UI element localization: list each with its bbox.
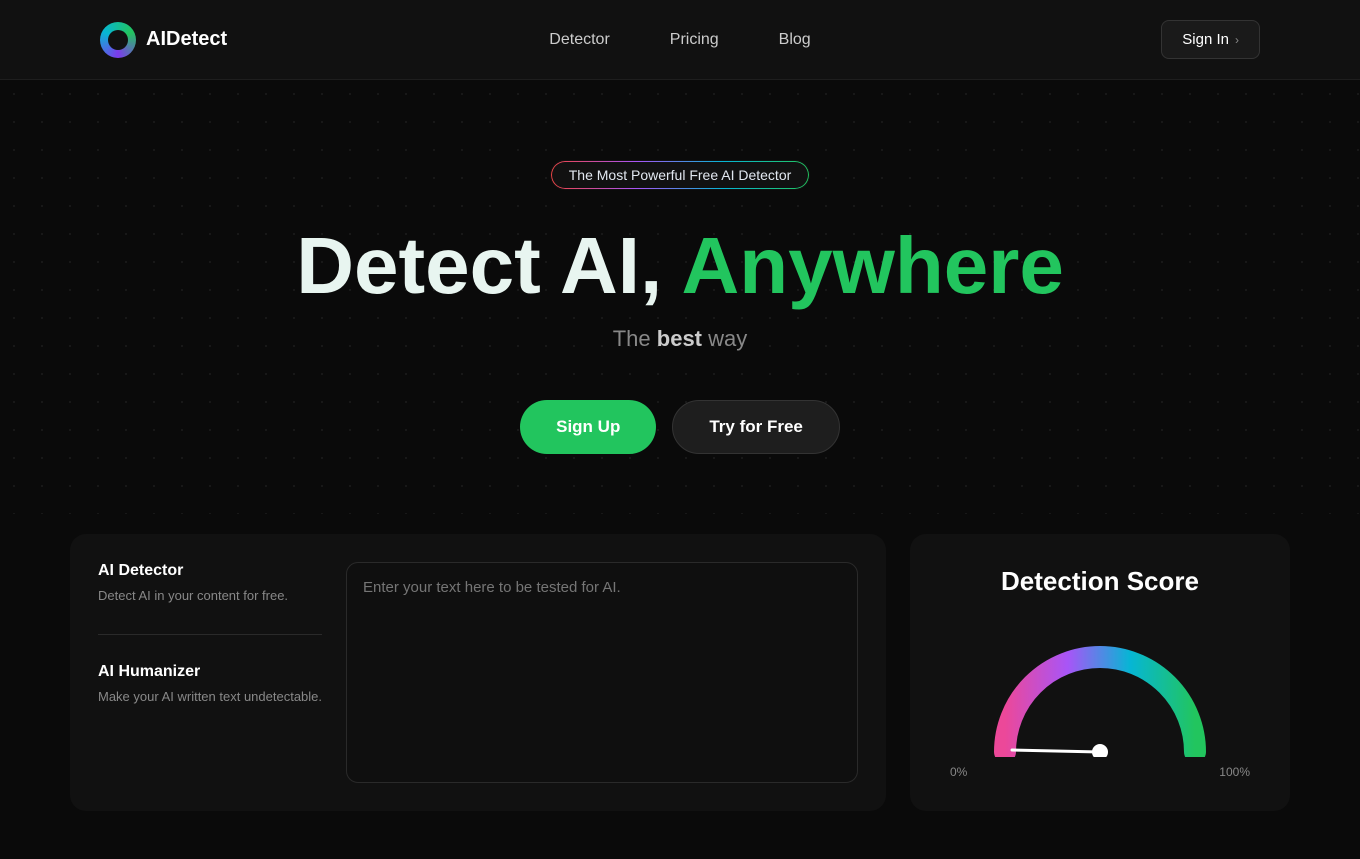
hero-buttons: Sign Up Try for Free: [520, 400, 840, 454]
navbar: AIDetect Detector Pricing Blog Sign In ›: [0, 0, 1360, 80]
signin-button[interactable]: Sign In ›: [1161, 20, 1260, 59]
gauge-svg: [990, 637, 1210, 757]
bottom-section: AI Detector Detect AI in your content fo…: [0, 534, 1360, 851]
hero-badge: The Most Powerful Free AI Detector: [550, 160, 811, 190]
nav-link-pricing[interactable]: Pricing: [670, 31, 719, 48]
gauge-labels: 0% 100%: [950, 765, 1250, 779]
brand-name: AIDetect: [146, 28, 227, 51]
text-input[interactable]: [363, 579, 841, 766]
feature-detector-title: AI Detector: [98, 562, 322, 580]
hero-section: The Most Powerful Free AI Detector Detec…: [0, 80, 1360, 514]
score-card: Detection Score: [910, 534, 1290, 811]
gauge-label-0: 0%: [950, 765, 967, 779]
nav-link-detector[interactable]: Detector: [549, 31, 609, 48]
nav-links: Detector Pricing Blog: [549, 31, 810, 49]
signin-label: Sign In: [1182, 31, 1229, 48]
feature-divider: [98, 634, 322, 635]
feature-humanizer-desc: Make your AI written text undetectable.: [98, 687, 322, 707]
hero-title-green: Anywhere: [681, 221, 1063, 310]
hero-title: Detect AI, Anywhere: [296, 222, 1064, 310]
feature-detector-desc: Detect AI in your content for free.: [98, 586, 322, 606]
gauge-wrapper: [990, 637, 1210, 757]
hero-subtitle: The best way: [613, 326, 748, 352]
feature-humanizer-title: AI Humanizer: [98, 663, 322, 681]
score-title: Detection Score: [1001, 566, 1199, 597]
logo-icon: [100, 22, 136, 58]
signin-arrow: ›: [1235, 33, 1239, 47]
try-free-button[interactable]: Try for Free: [672, 400, 840, 454]
detector-card: AI Detector Detect AI in your content fo…: [70, 534, 886, 811]
gauge-label-100: 100%: [1219, 765, 1250, 779]
feature-humanizer[interactable]: AI Humanizer Make your AI written text u…: [98, 663, 322, 707]
hero-title-white: Detect AI,: [296, 221, 662, 310]
feature-detector[interactable]: AI Detector Detect AI in your content fo…: [98, 562, 322, 606]
nav-link-blog[interactable]: Blog: [779, 31, 811, 48]
detector-sidebar: AI Detector Detect AI in your content fo…: [98, 562, 322, 783]
brand-logo[interactable]: AIDetect: [100, 22, 227, 58]
signup-button[interactable]: Sign Up: [520, 400, 656, 454]
text-input-area[interactable]: [346, 562, 858, 783]
